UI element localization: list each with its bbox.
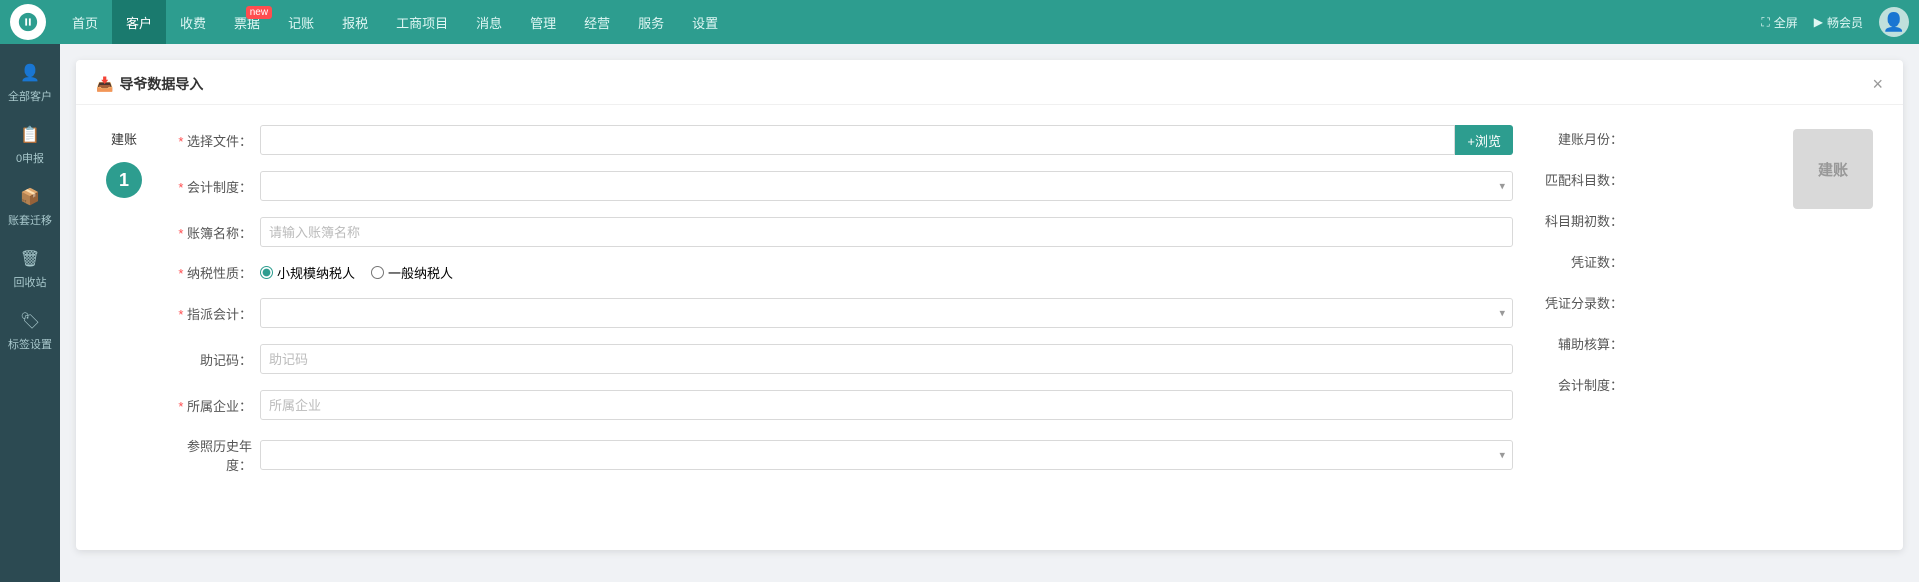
small-taxpayer-option[interactable]: 小规模纳税人 xyxy=(260,263,355,282)
voucher-entries-row: 凭证分录数： xyxy=(1533,293,1783,312)
general-taxpayer-option[interactable]: 一般纳税人 xyxy=(371,263,453,282)
dialog-body: 建账 1 选择文件： +浏览 xyxy=(76,105,1903,494)
accounting-system-wrapper: ▾ xyxy=(260,171,1513,201)
sidebar: 👤 全部客户 📋 0申报 📦 账套迁移 🗑 回收站 🏷 标签设置 xyxy=(0,44,60,582)
accountant-row: 指派会计： ▾ xyxy=(172,298,1513,328)
import-dialog: 📥 导爷数据导入 × 建账 1 xyxy=(76,60,1903,550)
build-account-button[interactable]: 建账 xyxy=(1793,129,1873,209)
nav-right: ⛶ 全屏 ▶ 畅会员 👤 xyxy=(1761,7,1909,37)
migrate-icon: 📦 xyxy=(19,186,41,208)
sidebar-item-all-customers[interactable]: 👤 全部客户 xyxy=(0,52,60,114)
accounting-system-row: 会计制度： ▾ xyxy=(172,171,1513,201)
step-circle: 1 xyxy=(106,162,142,198)
sidebar-item-trash[interactable]: 🗑 回收站 xyxy=(0,238,60,300)
form-fields: 选择文件： +浏览 会计制度： ▾ xyxy=(172,125,1513,474)
nav-bookkeeping[interactable]: 记账 xyxy=(274,0,328,44)
nav-service[interactable]: 服务 xyxy=(624,0,678,44)
subjects-initial-label: 科目期初数： xyxy=(1533,211,1623,230)
accountant-select[interactable] xyxy=(260,298,1513,328)
subjects-initial-row: 科目期初数： xyxy=(1533,211,1783,230)
ledger-name-input[interactable] xyxy=(260,217,1513,247)
voucher-count-label: 凭证数： xyxy=(1533,252,1623,271)
step-indicator: 建账 1 xyxy=(106,125,142,474)
file-label: 选择文件： xyxy=(172,131,252,150)
file-input[interactable] xyxy=(260,125,1455,155)
file-row: 选择文件： +浏览 xyxy=(172,125,1513,155)
build-month-row: 建账月份： xyxy=(1533,129,1783,148)
new-badge: new xyxy=(246,6,272,19)
ledger-name-row: 账簿名称： xyxy=(172,217,1513,247)
info-fields: 建账月份： 匹配科目数： 科目期初数： 凭证数： xyxy=(1533,125,1783,474)
accounting-system-label: 会计制度： xyxy=(172,177,252,196)
nav-customers[interactable]: 客户 xyxy=(112,0,166,44)
dialog-title: 📥 导爷数据导入 xyxy=(96,74,203,94)
build-btn-wrapper: 建账 xyxy=(1793,125,1873,474)
close-button[interactable]: × xyxy=(1872,75,1883,93)
trash-icon: 🗑 xyxy=(19,248,41,270)
import-icon: 📥 xyxy=(96,76,113,93)
tag-icon: 🏷 xyxy=(19,310,41,332)
nav-menu: 首页 客户 收费 票据 new 记账 报税 工商项目 消息 管理 经营 服务 设… xyxy=(58,0,1761,44)
report-icon: 📋 xyxy=(19,124,41,146)
nav-manage[interactable]: 管理 xyxy=(516,0,570,44)
match-subjects-label: 匹配科目数： xyxy=(1533,170,1623,189)
sidebar-item-zero-report[interactable]: 📋 0申报 xyxy=(0,114,60,176)
accountant-label: 指派会计： xyxy=(172,304,252,323)
nav-operation[interactable]: 经营 xyxy=(570,0,624,44)
aux-accounting-label: 辅助核算： xyxy=(1533,334,1623,353)
dialog-header: 📥 导爷数据导入 × xyxy=(76,60,1903,105)
accounting-system-select[interactable] xyxy=(260,171,1513,201)
browse-button[interactable]: +浏览 xyxy=(1455,125,1513,155)
tax-type-radio-group: 小规模纳税人 一般纳税人 xyxy=(260,263,1513,282)
nav-business[interactable]: 工商项目 xyxy=(382,0,462,44)
nav-settings[interactable]: 设置 xyxy=(678,0,732,44)
customers-icon: 👤 xyxy=(19,62,41,84)
voucher-entries-label: 凭证分录数： xyxy=(1533,293,1623,312)
nav-messages[interactable]: 消息 xyxy=(462,0,516,44)
tax-type-label: 纳税性质： xyxy=(172,263,252,282)
voucher-count-row: 凭证数： xyxy=(1533,252,1783,271)
nav-tax[interactable]: 报税 xyxy=(328,0,382,44)
history-year-wrapper: ▾ xyxy=(260,440,1513,470)
sidebar-item-migrate[interactable]: 📦 账套迁移 xyxy=(0,176,60,238)
accountant-wrapper: ▾ xyxy=(260,298,1513,328)
memo-label: 助记码： xyxy=(172,350,252,369)
build-month-label: 建账月份： xyxy=(1533,129,1623,148)
top-nav: 首页 客户 收费 票据 new 记账 报税 工商项目 消息 管理 经营 服务 设… xyxy=(0,0,1919,44)
fullscreen-icon: ⛶ xyxy=(1761,15,1769,30)
tax-type-row: 纳税性质： 小规模纳税人 一般纳税人 xyxy=(172,263,1513,282)
info-accounting-system-label: 会计制度： xyxy=(1533,375,1623,394)
member-btn[interactable]: ▶ 畅会员 xyxy=(1814,14,1863,31)
info-accounting-system-row: 会计制度： xyxy=(1533,375,1783,394)
info-section: 建账月份： 匹配科目数： 科目期初数： 凭证数： xyxy=(1533,125,1873,474)
content-area: 📥 导爷数据导入 × 建账 1 xyxy=(60,44,1919,582)
nav-invoices[interactable]: 票据 new xyxy=(220,0,274,44)
aux-accounting-row: 辅助核算： xyxy=(1533,334,1783,353)
play-icon: ▶ xyxy=(1814,15,1823,29)
company-row: 所属企业： xyxy=(172,390,1513,420)
history-year-row: 参照历史年度： ▾ xyxy=(172,436,1513,474)
app-logo[interactable] xyxy=(10,4,46,40)
avatar-icon: 👤 xyxy=(1883,12,1905,33)
memo-input[interactable] xyxy=(260,344,1513,374)
company-label: 所属企业： xyxy=(172,396,252,415)
match-subjects-row: 匹配科目数： xyxy=(1533,170,1783,189)
history-year-label: 参照历史年度： xyxy=(172,436,252,474)
general-taxpayer-radio[interactable] xyxy=(371,266,384,279)
company-input[interactable] xyxy=(260,390,1513,420)
nav-home[interactable]: 首页 xyxy=(58,0,112,44)
avatar[interactable]: 👤 xyxy=(1879,7,1909,37)
form-section: 建账 1 选择文件： +浏览 xyxy=(106,125,1513,474)
fullscreen-btn[interactable]: ⛶ 全屏 xyxy=(1761,14,1797,31)
file-input-wrapper: +浏览 xyxy=(260,125,1513,155)
small-taxpayer-radio[interactable] xyxy=(260,266,273,279)
sidebar-item-tags[interactable]: 🏷 标签设置 xyxy=(0,300,60,362)
ledger-name-label: 账簿名称： xyxy=(172,223,252,242)
nav-fees[interactable]: 收费 xyxy=(166,0,220,44)
history-year-select[interactable] xyxy=(260,440,1513,470)
main-layout: 👤 全部客户 📋 0申报 📦 账套迁移 🗑 回收站 🏷 标签设置 📥 导爷 xyxy=(0,44,1919,582)
memo-row: 助记码： xyxy=(172,344,1513,374)
